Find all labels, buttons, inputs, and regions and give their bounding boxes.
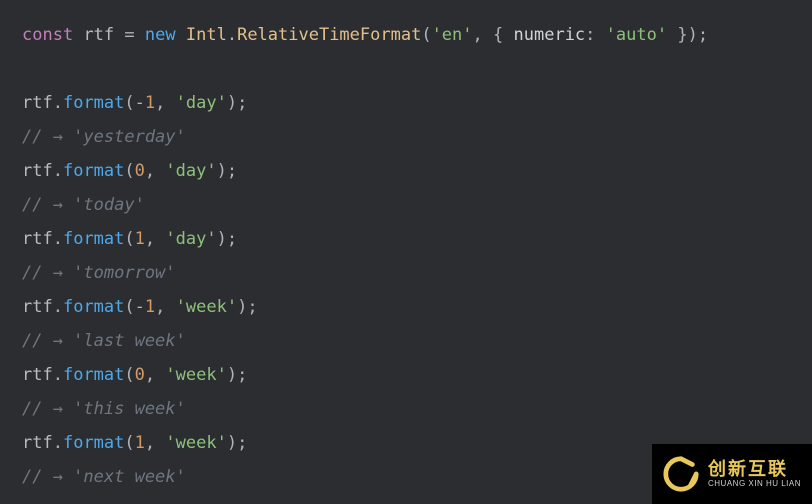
fn-format: format — [63, 297, 124, 317]
string-week: 'week' — [165, 365, 226, 385]
paren-close: ) — [688, 25, 698, 45]
fn-format: format — [63, 93, 124, 113]
minus: - — [135, 93, 145, 113]
paren-open: ( — [124, 161, 134, 181]
comma: , — [155, 93, 165, 113]
var-rtf: rtf — [83, 25, 114, 45]
watermark-text: 创新互联 CHUANG XIN HU LIAN — [708, 460, 801, 489]
semicolon: ; — [227, 229, 237, 249]
comment-today: // → 'today' — [22, 195, 145, 215]
paren-close: ) — [227, 93, 237, 113]
string-day: 'day' — [176, 93, 227, 113]
dot: . — [53, 161, 63, 181]
watermark-logo-icon — [662, 455, 700, 493]
keyword-new: new — [145, 25, 176, 45]
brace-open: { — [493, 25, 503, 45]
semicolon: ; — [237, 433, 247, 453]
op-eq: = — [124, 25, 134, 45]
code-line-call: rtf.format(1, 'week'); — [22, 433, 247, 453]
semicolon: ; — [227, 161, 237, 181]
code-block: const rtf = new Intl.RelativeTimeFormat(… — [0, 0, 812, 504]
code-line-call: rtf.format(-1, 'day'); — [22, 93, 247, 113]
fn-format: format — [63, 229, 124, 249]
string-day: 'day' — [165, 229, 216, 249]
code-line-1: const rtf = new Intl.RelativeTimeFormat(… — [22, 25, 708, 45]
var-rtf: rtf — [22, 365, 53, 385]
watermark-badge: 创新互联 CHUANG XIN HU LIAN — [652, 444, 812, 504]
code-line-call: rtf.format(1, 'day'); — [22, 229, 237, 249]
watermark-pinyin: CHUANG XIN HU LIAN — [708, 480, 801, 489]
string-auto: 'auto' — [606, 25, 667, 45]
paren-close: ) — [227, 433, 237, 453]
semicolon: ; — [237, 93, 247, 113]
num-1: 1 — [135, 433, 145, 453]
num-1: 1 — [145, 93, 155, 113]
class-rtf: RelativeTimeFormat — [237, 25, 421, 45]
var-rtf: rtf — [22, 161, 53, 181]
code-line-call: rtf.format(0, 'day'); — [22, 161, 237, 181]
colon: : — [585, 25, 595, 45]
var-rtf: rtf — [22, 93, 53, 113]
semicolon: ; — [247, 297, 257, 317]
brace-close: } — [677, 25, 687, 45]
minus: - — [135, 297, 145, 317]
dot: . — [53, 365, 63, 385]
class-intl: Intl — [186, 25, 227, 45]
string-week: 'week' — [165, 433, 226, 453]
comma: , — [145, 161, 155, 181]
comment-tomorrow: // → 'tomorrow' — [22, 263, 176, 283]
num-1: 1 — [135, 229, 145, 249]
paren-open: ( — [124, 229, 134, 249]
comma: , — [145, 433, 155, 453]
paren-open: ( — [124, 365, 134, 385]
semicolon: ; — [698, 25, 708, 45]
comma: , — [145, 365, 155, 385]
semicolon: ; — [237, 365, 247, 385]
paren-open: ( — [124, 93, 134, 113]
var-rtf: rtf — [22, 297, 53, 317]
fn-format: format — [63, 365, 124, 385]
var-rtf: rtf — [22, 229, 53, 249]
dot: . — [53, 93, 63, 113]
paren-close: ) — [227, 365, 237, 385]
watermark-cn: 创新互联 — [708, 460, 801, 480]
var-rtf: rtf — [22, 433, 53, 453]
paren-open: ( — [124, 297, 134, 317]
comma: , — [473, 25, 483, 45]
num-0: 0 — [135, 161, 145, 181]
paren-close: ) — [237, 297, 247, 317]
prop-numeric: numeric — [514, 25, 586, 45]
keyword-const: const — [22, 25, 73, 45]
fn-format: format — [63, 433, 124, 453]
string-en: 'en' — [432, 25, 473, 45]
code-line-call: rtf.format(-1, 'week'); — [22, 297, 258, 317]
string-day: 'day' — [165, 161, 216, 181]
fn-format: format — [63, 161, 124, 181]
paren-close: ) — [217, 161, 227, 181]
dot: . — [53, 433, 63, 453]
dot: . — [53, 297, 63, 317]
comma: , — [145, 229, 155, 249]
comment-yesterday: // → 'yesterday' — [22, 127, 186, 147]
comment-nextweek: // → 'next week' — [22, 467, 186, 487]
comment-thisweek: // → 'this week' — [22, 399, 186, 419]
dot: . — [227, 25, 237, 45]
comment-lastweek: // → 'last week' — [22, 331, 186, 351]
paren-close: ) — [217, 229, 227, 249]
string-week: 'week' — [176, 297, 237, 317]
paren-open: ( — [124, 433, 134, 453]
num-0: 0 — [135, 365, 145, 385]
dot: . — [53, 229, 63, 249]
comma: , — [155, 297, 165, 317]
paren-open: ( — [421, 25, 431, 45]
code-line-call: rtf.format(0, 'week'); — [22, 365, 247, 385]
num-1: 1 — [145, 297, 155, 317]
